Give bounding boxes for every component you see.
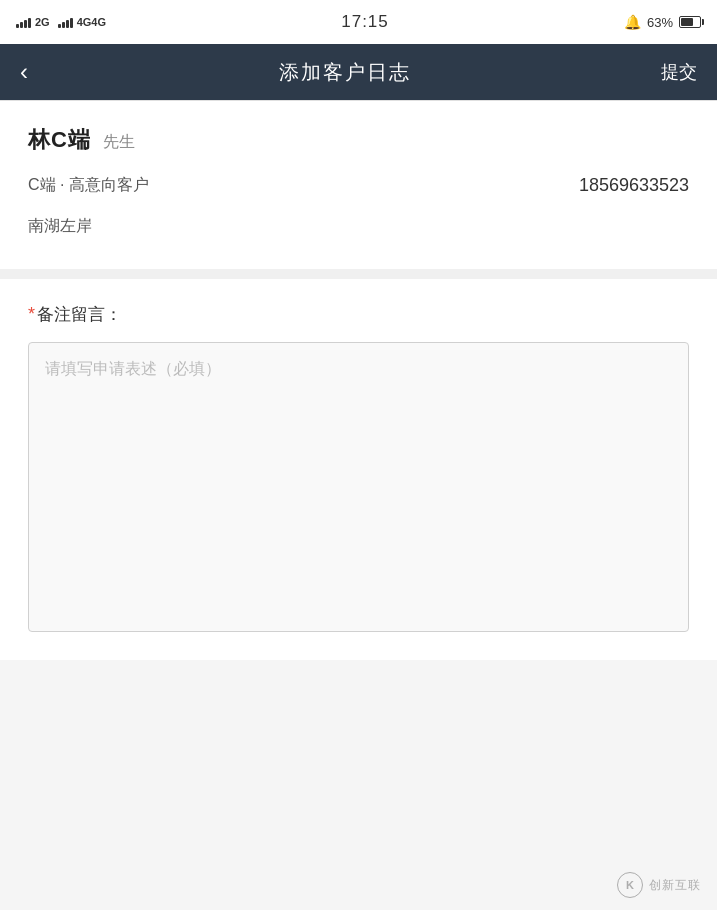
signal-icon-2: [58, 16, 73, 28]
customer-tag: C端 · 高意向客户: [28, 175, 149, 196]
remark-textarea[interactable]: [28, 342, 689, 632]
customer-phone: 18569633523: [579, 175, 689, 196]
battery-percent: 63%: [647, 15, 673, 30]
submit-button[interactable]: 提交: [661, 60, 697, 84]
notification-icon: 🔔: [624, 14, 641, 30]
required-indicator: *: [28, 304, 35, 324]
watermark-text: 创新互联: [649, 877, 701, 894]
customer-title-suffix: 先生: [103, 132, 135, 153]
status-time: 17:15: [341, 12, 389, 32]
customer-name: 林C端: [28, 125, 91, 155]
watermark: K 创新互联: [617, 872, 701, 898]
status-bar: 2G 4G4G 17:15 🔔 63%: [0, 0, 717, 44]
status-right-area: 🔔 63%: [624, 14, 701, 30]
signal-icon: [16, 16, 31, 28]
customer-info-section: 林C端 先生 C端 · 高意向客户 18569633523 南湖左岸: [0, 101, 717, 269]
watermark-logo: K: [617, 872, 643, 898]
customer-detail-row: C端 · 高意向客户 18569633523: [28, 175, 689, 196]
form-label: *备注留言：: [28, 303, 689, 326]
network-type-1: 2G: [35, 16, 50, 28]
customer-address: 南湖左岸: [28, 216, 689, 237]
form-label-text: 备注留言：: [37, 305, 122, 324]
section-divider: [0, 269, 717, 279]
form-section: *备注留言：: [0, 279, 717, 660]
signal-area: 2G 4G4G: [16, 16, 106, 28]
battery-icon: [679, 16, 701, 28]
nav-bar: ‹ 添加客户日志 提交: [0, 44, 717, 100]
customer-name-row: 林C端 先生: [28, 125, 689, 155]
network-type-2: 4G4G: [77, 16, 106, 28]
page-title: 添加客户日志: [279, 59, 411, 86]
back-button[interactable]: ‹: [20, 60, 28, 84]
